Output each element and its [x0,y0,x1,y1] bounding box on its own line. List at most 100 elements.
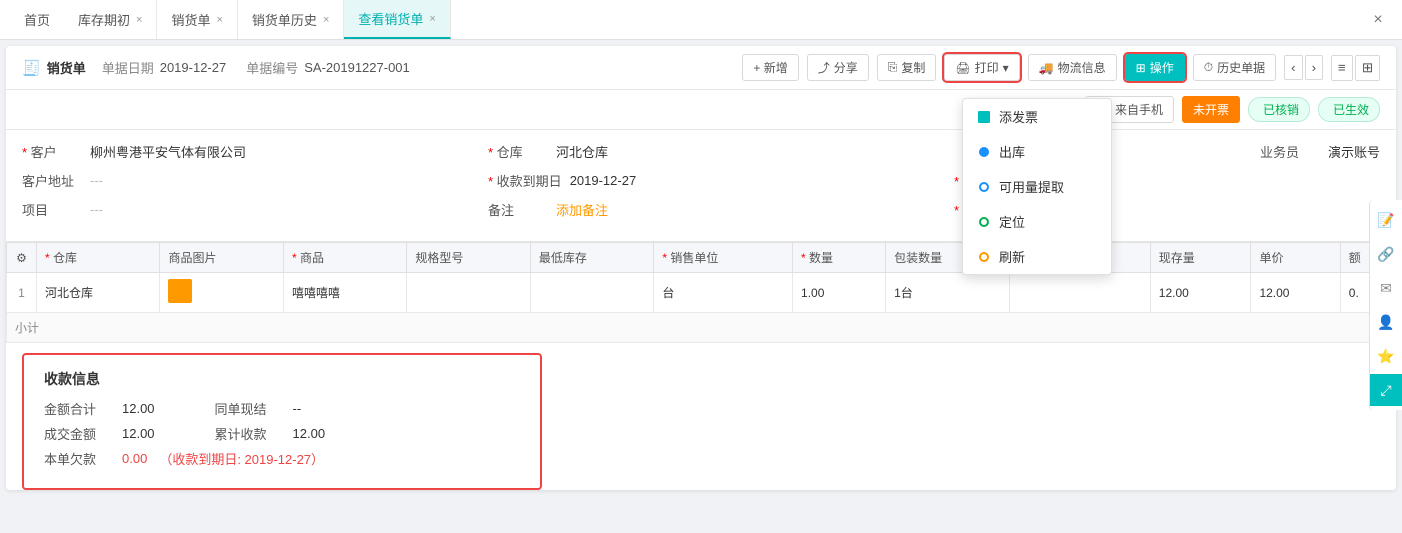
payment-total-value: 12.00 [122,401,155,416]
form-section: 客户 柳州粤港平安气体有限公司 仓库 河北仓库 业务员 演示账号 客户地址 --… [6,130,1396,242]
doc-number-value: SA-20191227-001 [304,60,410,75]
tab-sales-history[interactable]: 销货单历史 × [238,0,344,39]
print-button[interactable]: 🖨 打印 ▾ [944,54,1019,81]
col-sales-unit: * 销售单位 [654,243,793,273]
col-warehouse: * 仓库 [37,243,160,273]
project-value: --- [90,202,103,217]
doc-date-label: 单据日期 [102,58,154,77]
grid-icon: ⊞ [1136,61,1146,75]
table-header-row: ⚙ * 仓库 商品图片 * 商品 规格型号 最低库存 * 销售单位 * 数量 包… [7,243,1396,273]
cancelled-tag: 已核销 [1248,97,1310,122]
new-button[interactable]: + 新增 [742,54,798,81]
customer-label: 客户 [22,142,82,161]
customer-value: 柳州粤港平安气体有限公司 [90,142,246,161]
expand-sidebar-icon[interactable]: ⤢ [1370,374,1402,406]
tab-view-sales[interactable]: 查看销货单 × [344,0,450,39]
doc-icon: 🧾 [22,59,41,77]
not-open-button[interactable]: 未开票 [1182,96,1240,123]
grid-view-button[interactable]: ⊞ [1355,55,1380,81]
tab-close-sales-order[interactable]: × [216,14,222,26]
locate-item[interactable]: 定位 [963,204,1111,239]
available-qty-label: 可用量提取 [999,177,1064,196]
tab-home[interactable]: 首页 [10,10,64,29]
out-warehouse-item[interactable]: 出库 [963,134,1111,169]
add-invoice-label: 添发票 [999,107,1038,126]
view-buttons: ≡ ⊞ [1331,55,1380,81]
add-note-button[interactable]: 添加备注 [556,200,608,219]
truck-icon: 🚚 [1039,61,1054,75]
payment-total-label: 金额合计 [44,399,114,418]
tab-close-view-sales[interactable]: × [429,13,435,25]
form-row-1: 客户 柳州粤港平安气体有限公司 仓库 河北仓库 业务员 演示账号 [22,142,1380,161]
locate-icon [977,215,991,229]
payment-owed-note: （收款到期日: 2019-12-27） [159,449,324,468]
operations-button[interactable]: ⊞ 操作 [1125,54,1185,81]
note-field: 备注 添加备注 [488,200,914,219]
col-product: * 商品 [283,243,406,273]
subtotal-row: 小计 [7,313,1396,343]
address-value: --- [90,173,103,188]
add-invoice-item[interactable]: 添发票 [963,99,1111,134]
col-spec: 规格型号 [407,243,530,273]
add-invoice-icon [977,110,991,124]
copy-button[interactable]: ⎘ 复制 [877,54,937,81]
history-button[interactable]: ⏱ 历史单据 [1193,54,1276,81]
list-view-button[interactable]: ≡ [1331,55,1353,81]
next-button[interactable]: › [1305,55,1323,80]
user-sidebar-icon[interactable]: 👤 [1370,306,1402,338]
doc-actions: + 新增 ⤴ 分享 ⎘ 复制 🖨 打印 ▾ 🚚 物流信息 ⊞ 操作 [742,54,1380,81]
payment-owed-value: 0.00 [122,451,147,466]
print-icon: 🖨 [955,61,970,75]
form-row-3: 项目 --- 备注 添加备注 业务员盂 --- [22,200,1380,219]
payment-row-3: 本单欠款 0.00 （收款到期日: 2019-12-27） [44,449,520,468]
row-current-stock: 12.00 [1150,273,1251,313]
out-warehouse-icon [977,145,991,159]
link-sidebar-icon[interactable]: 🔗 [1370,238,1402,270]
payment-deal-label: 成交金额 [44,424,114,443]
window-close-button[interactable]: × [1364,6,1392,34]
payment-same-order: 同单现结 -- [215,399,302,418]
tab-close-inventory-init[interactable]: × [136,14,142,26]
nav-arrows: ‹ › [1284,55,1323,80]
available-qty-item[interactable]: 可用量提取 [963,169,1111,204]
logistics-button[interactable]: 🚚 物流信息 [1028,54,1117,81]
row-warehouse: 河北仓库 [37,273,160,313]
mail-sidebar-icon[interactable]: ✉ [1370,272,1402,304]
row-min-stock [530,273,653,313]
doc-number-field: 单据编号 SA-20191227-001 [246,58,410,77]
share-icon: ⤴ [818,59,830,76]
main-content: 🧾 销货单 单据日期 2019-12-27 单据编号 SA-20191227-0… [6,46,1396,490]
copy-icon: ⎘ [888,60,898,75]
product-image [168,279,192,303]
due-date-field: 收款到期日 2019-12-27 [488,171,914,190]
doc-title: 🧾 销货单 [22,58,86,77]
col-current-stock: 现存量 [1150,243,1251,273]
share-button[interactable]: ⤴ 分享 [807,54,869,81]
edit-sidebar-icon[interactable]: 📝 [1370,204,1402,236]
payment-deal-value: 12.00 [122,426,155,441]
tab-inventory-init[interactable]: 库存期初 × [64,0,157,39]
refresh-item[interactable]: 刷新 [963,239,1111,274]
note-label: 备注 [488,200,548,219]
payment-deal-amount: 成交金额 12.00 [44,424,155,443]
table-row: 1 河北仓库 嘻嘻嘻嘻 台 1.00 1台 12.00 12.00 0. [7,273,1396,313]
doc-header: 🧾 销货单 单据日期 2019-12-27 单据编号 SA-20191227-0… [6,46,1396,90]
tab-sales-order[interactable]: 销货单 × [157,0,237,39]
tab-close-sales-history[interactable]: × [323,14,329,26]
row-sales-unit: 台 [654,273,793,313]
payment-title: 收款信息 [44,369,520,389]
project-label: 项目 [22,200,82,219]
product-table-wrap: ⚙ * 仓库 商品图片 * 商品 规格型号 最低库存 * 销售单位 * 数量 包… [6,242,1396,343]
payment-same-label: 同单现结 [215,399,285,418]
payment-box: 收款信息 金额合计 12.00 同单现结 -- 成交金额 12.00 累计收款 … [22,353,542,490]
col-min-stock: 最低库存 [530,243,653,273]
row-available [1009,273,1150,313]
star-sidebar-icon[interactable]: ⭐ [1370,340,1402,372]
prev-button[interactable]: ‹ [1284,55,1302,80]
print-dropdown-icon: ▾ [1003,61,1009,75]
row-product-img [160,273,283,313]
warehouse-label: 仓库 [488,142,548,161]
address-label: 客户地址 [22,171,82,190]
due-date-label: 收款到期日 [488,171,562,190]
payment-accum-label: 累计收款 [215,424,285,443]
